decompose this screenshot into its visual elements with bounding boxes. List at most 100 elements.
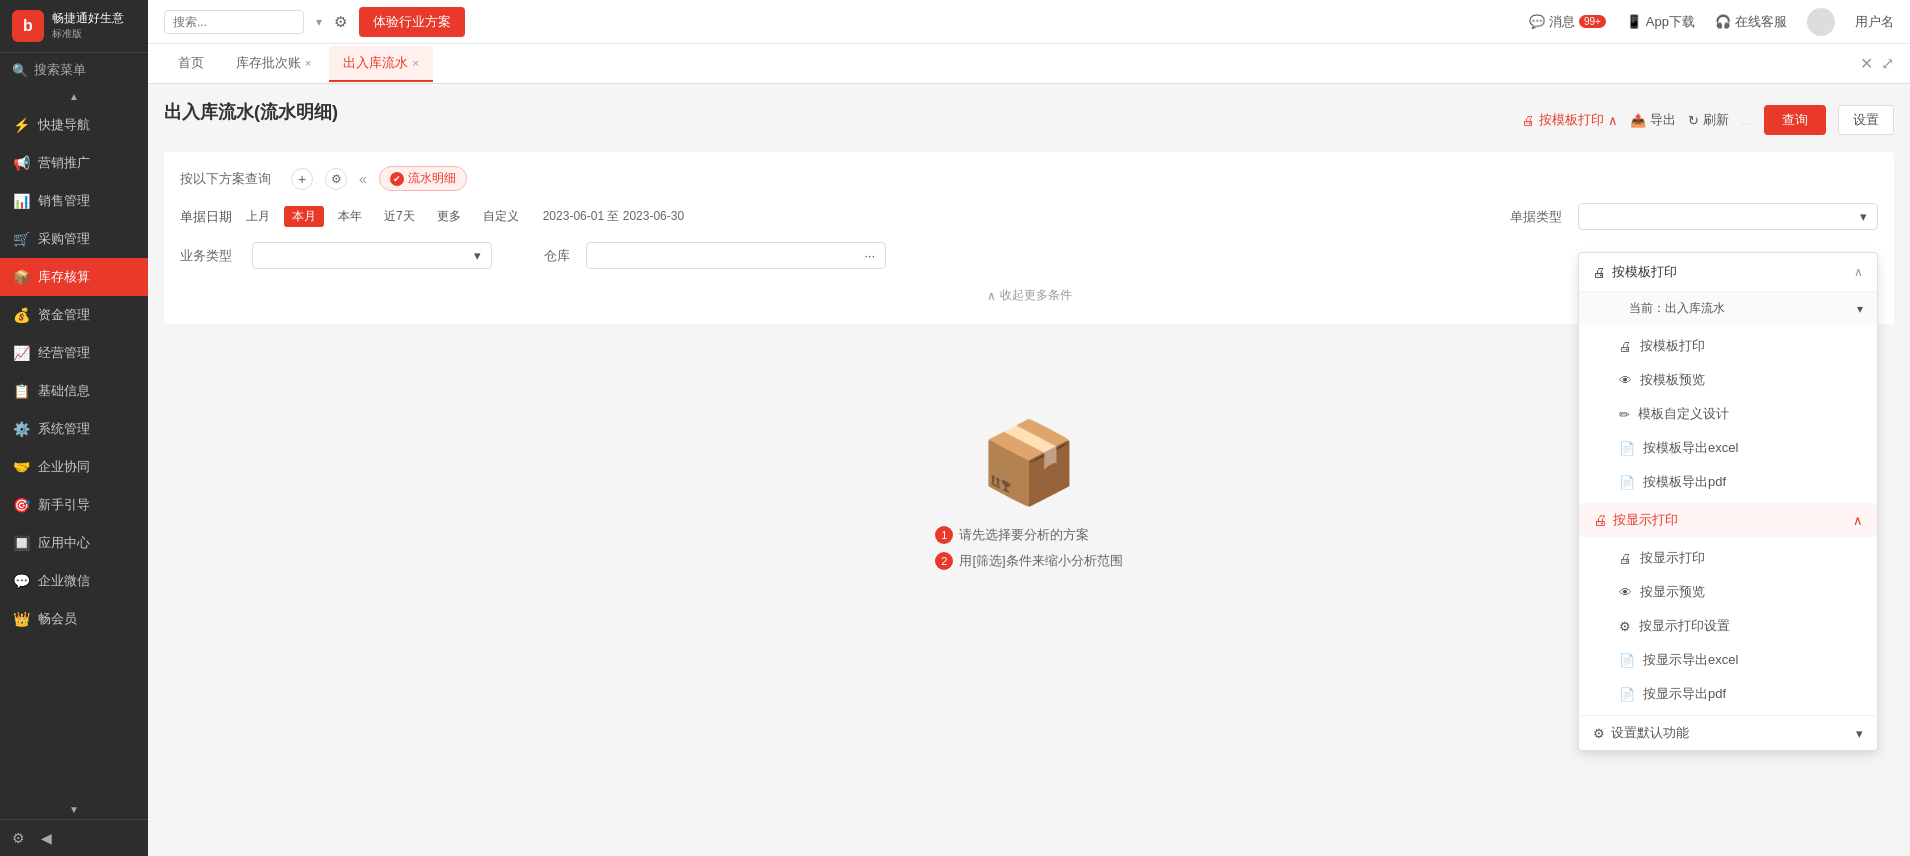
display-group-chevron: ∧ xyxy=(1853,513,1863,528)
settings-bottom-icon[interactable]: ⚙ xyxy=(12,830,25,846)
lightning-icon: ⚡ xyxy=(12,116,30,134)
config-icon: ⚙ xyxy=(331,172,342,186)
biz-type-select[interactable]: ▾ xyxy=(252,242,492,269)
industry-solution-button[interactable]: 体验行业方案 xyxy=(359,7,465,37)
sidebar-item-guide[interactable]: 🎯 新手引导 xyxy=(0,486,148,524)
template-print-button[interactable]: 🖨 按模板打印 ∧ xyxy=(1522,111,1618,129)
target-icon: 🎯 xyxy=(12,496,30,514)
grid-icon: 🔲 xyxy=(12,534,30,552)
sidebar-item-app-center[interactable]: 🔲 应用中心 xyxy=(0,524,148,562)
warehouse-more-icon: ··· xyxy=(864,248,875,263)
dropdown-template-export-excel[interactable]: 📄 按模板导出excel xyxy=(1579,431,1877,465)
topbar-right: 💬 消息 99+ 📱 App下载 🎧 在线客服 用户名 xyxy=(1529,8,1894,36)
dropdown-display-export-excel[interactable]: 📄 按显示导出excel xyxy=(1579,643,1877,677)
sidebar-item-sales[interactable]: 📊 销售管理 xyxy=(0,182,148,220)
dropdown-template-custom[interactable]: ✏ 模板自定义设计 xyxy=(1579,397,1877,431)
display-preview-icon: 👁 xyxy=(1619,585,1632,600)
sidebar-item-finance[interactable]: 💰 资金管理 xyxy=(0,296,148,334)
gear-nav-icon: ⚙️ xyxy=(12,420,30,438)
chart-icon: 📊 xyxy=(12,192,30,210)
export-button[interactable]: 📤 导出 xyxy=(1630,111,1676,129)
sidebar-item-basic-info[interactable]: 📋 基础信息 xyxy=(0,372,148,410)
sidebar-item-marketing[interactable]: 📢 营销推广 xyxy=(0,144,148,182)
message-badge: 99+ xyxy=(1579,15,1606,28)
tabs-right-actions: ✕ ⤢ xyxy=(1860,54,1894,73)
dropdown-display-export-pdf[interactable]: 📄 按显示导出pdf xyxy=(1579,677,1877,711)
date-label: 单据日期 xyxy=(180,208,232,226)
dropdown-display-group-header[interactable]: 🖨 按显示打印 ∧ xyxy=(1579,503,1877,537)
sidebar-item-operations[interactable]: 📈 经营管理 xyxy=(0,334,148,372)
message-button[interactable]: 💬 消息 99+ xyxy=(1529,13,1606,31)
topbar-chevron-icon[interactable]: ▾ xyxy=(316,15,322,29)
template-pdf-icon: 📄 xyxy=(1619,475,1635,490)
sidebar-scroll-down[interactable]: ▼ xyxy=(0,800,148,819)
empty-illustration: 📦 xyxy=(979,416,1079,510)
display-settings-icon: ⚙ xyxy=(1619,619,1631,634)
refresh-button[interactable]: ↻ 刷新 xyxy=(1688,111,1729,129)
date-btn-custom[interactable]: 自定义 xyxy=(475,206,527,227)
current-chevron-icon: ▾ xyxy=(1857,302,1863,316)
page-content: 出入库流水(流水明细) 🖨 按模板打印 ∧ 📤 导出 ↻ 刷新 ... 查询 设… xyxy=(148,84,1910,856)
dropdown-template-preview[interactable]: 👁 按模板预览 xyxy=(1579,363,1877,397)
collapse-sidebar-icon[interactable]: ◀ xyxy=(41,830,52,846)
dropdown-footer[interactable]: ⚙ 设置默认功能 ▾ xyxy=(1579,715,1877,750)
filter-tag: ✔ 流水明细 xyxy=(379,166,467,191)
dropdown-template-print[interactable]: 🖨 按模板打印 xyxy=(1579,329,1877,363)
topbar-search-input[interactable] xyxy=(164,10,304,34)
tab-close-inventory-batch[interactable]: × xyxy=(305,57,311,69)
settings-button[interactable]: 设置 xyxy=(1838,105,1894,135)
user-avatar[interactable] xyxy=(1807,8,1835,36)
date-btn-more[interactable]: 更多 xyxy=(429,206,469,227)
doc-type-select[interactable]: ▾ xyxy=(1578,203,1878,230)
sidebar-item-cooperation[interactable]: 🤝 企业协同 xyxy=(0,448,148,486)
filter-config-button[interactable]: ⚙ xyxy=(325,168,347,190)
sidebar-item-quick-nav[interactable]: ⚡ 快捷导航 xyxy=(0,106,148,144)
sidebar-scroll-up[interactable]: ▲ xyxy=(0,87,148,106)
sidebar-search-item[interactable]: 🔍 搜索菜单 xyxy=(0,53,148,87)
warehouse-select[interactable]: ··· xyxy=(586,242,886,269)
empty-tip-2: 2 用[筛选]条件来缩小分析范围 xyxy=(935,552,1122,570)
date-btn-7days[interactable]: 近7天 xyxy=(376,206,423,227)
footer-chevron-icon: ▾ xyxy=(1856,726,1863,741)
tab-home[interactable]: 首页 xyxy=(164,46,218,82)
tab-close-window-icon[interactable]: ✕ xyxy=(1860,54,1873,73)
date-btn-last-month[interactable]: 上月 xyxy=(238,206,278,227)
tab-inventory-batch[interactable]: 库存批次账 × xyxy=(222,46,325,82)
topbar-gear-icon[interactable]: ⚙ xyxy=(334,13,347,31)
filter-add-button[interactable]: + xyxy=(291,168,313,190)
user-name: 用户名 xyxy=(1855,13,1894,31)
date-btn-this-year[interactable]: 本年 xyxy=(330,206,370,227)
sidebar-item-inventory[interactable]: 📦 库存核算 xyxy=(0,258,148,296)
dropdown-display-section: 🖨 按显示打印 👁 按显示预览 ⚙ 按显示打印设置 📄 按显示导出excel xyxy=(1579,537,1877,715)
dropdown-current-template[interactable]: 当前：出入库流水 ▾ xyxy=(1579,292,1877,325)
tab-inout-flow[interactable]: 出入库流水 × xyxy=(329,46,432,82)
date-filter: 单据日期 上月 本月 本年 近7天 更多 自定义 xyxy=(180,206,527,227)
dropdown-display-print-settings[interactable]: ⚙ 按显示打印设置 xyxy=(1579,609,1877,643)
app-download-button[interactable]: 📱 App下载 xyxy=(1626,13,1695,31)
sidebar-item-purchase[interactable]: 🛒 采购管理 xyxy=(0,220,148,258)
dropdown-template-export-pdf[interactable]: 📄 按模板导出pdf xyxy=(1579,465,1877,499)
sidebar-item-wechat[interactable]: 💬 企业微信 xyxy=(0,562,148,600)
sidebar-item-system[interactable]: ⚙️ 系统管理 xyxy=(0,410,148,448)
filter-row-1: 按以下方案查询 + ⚙ « ✔ 流水明细 xyxy=(180,166,1878,191)
filter-tag-label: 流水明细 xyxy=(408,170,456,187)
empty-tips: 1 请先选择要分析的方案 2 用[筛选]条件来缩小分析范围 xyxy=(935,526,1122,578)
template-print-icon: 🖨 xyxy=(1619,339,1632,354)
doc-type-label: 单据类型 xyxy=(1510,208,1562,226)
date-btn-this-month[interactable]: 本月 xyxy=(284,206,324,227)
query-button[interactable]: 查询 xyxy=(1764,105,1826,135)
sidebar-item-member[interactable]: 👑 畅会员 xyxy=(0,600,148,638)
chat-icon: 💬 xyxy=(12,572,30,590)
dropdown-display-preview[interactable]: 👁 按显示预览 xyxy=(1579,575,1877,609)
footer-settings-icon: ⚙ xyxy=(1593,726,1605,741)
main-area: ▾ ⚙ 体验行业方案 💬 消息 99+ 📱 App下载 🎧 在线客服 用户名 首… xyxy=(148,0,1910,856)
online-service-button[interactable]: 🎧 在线客服 xyxy=(1715,13,1787,31)
filter-collapse-button[interactable]: « xyxy=(359,171,367,187)
display-excel-icon: 📄 xyxy=(1619,653,1635,668)
dropdown-display-print[interactable]: 🖨 按显示打印 xyxy=(1579,541,1877,575)
tip-num-2: 2 xyxy=(935,552,953,570)
tab-close-inout-flow[interactable]: × xyxy=(412,57,418,69)
export-icon: 📤 xyxy=(1630,113,1646,128)
tab-expand-icon[interactable]: ⤢ xyxy=(1881,54,1894,73)
display-pdf-icon: 📄 xyxy=(1619,687,1635,702)
